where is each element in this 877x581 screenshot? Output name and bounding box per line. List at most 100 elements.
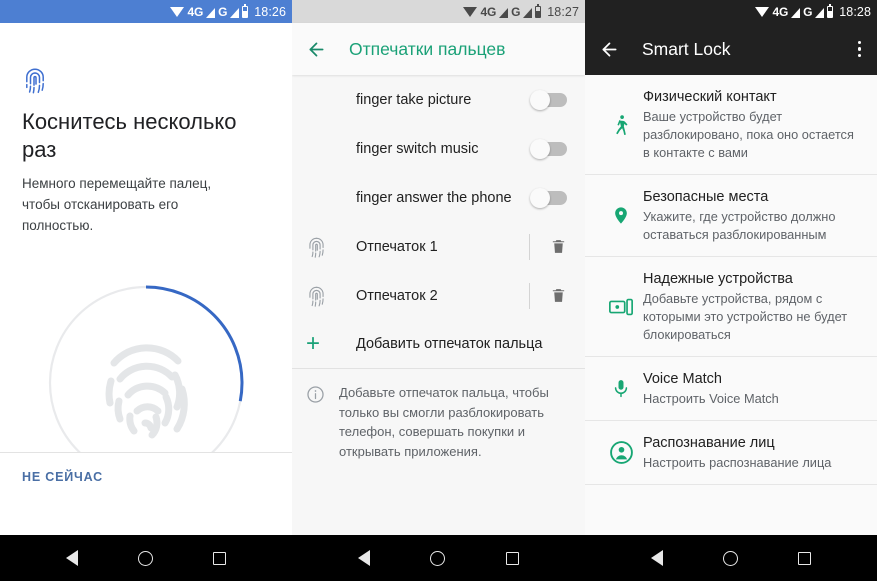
smart-lock-item-trusted-places[interactable]: Безопасные места Укажите, где устройство… [585,175,877,256]
more-vertical-icon[interactable] [854,37,866,62]
page-title: Smart Lock [642,38,731,59]
nav-back-icon[interactable] [66,550,78,566]
screen-fingerprints-list: 4G G 18:27 Отпечатки пальцев finger take… [292,0,585,581]
item-title: Voice Match [643,371,722,387]
item-title: Безопасные места [643,189,769,205]
fingerprint-icon [22,65,48,100]
nav-recents-icon[interactable] [798,551,811,565]
info-text: Добавьте отпечаток пальца, чтобы только … [339,385,549,459]
item-description: Настроить Voice Match [643,391,779,406]
plus-icon: + [306,330,321,357]
arrow-back-icon[interactable] [599,39,620,60]
trusted-devices-icon [599,296,643,318]
status-bar-3: 4G G 18:28 [585,0,877,23]
nav-home-icon[interactable] [430,550,446,566]
signal-bars-icon-2 [815,7,825,18]
item-text: Распознавание лиц Настроить распознавани… [643,433,861,472]
smart-lock-item-trusted-devices[interactable]: Надежные устройства Добавьте устройства,… [585,257,877,356]
smart-lock-item-face-unlock[interactable]: Распознавание лиц Настроить распознавани… [585,421,877,484]
toggle-label: finger take picture [356,91,472,108]
item-text: Voice Match Настроить Voice Match [643,369,861,408]
navigation-bar-3 [585,535,877,581]
battery-icon [827,3,834,18]
item-title: Распознавание лиц [643,435,775,451]
nav-back-icon[interactable] [651,550,663,566]
battery-icon [242,3,249,18]
item-text: Безопасные места Укажите, где устройство… [643,187,861,244]
list-divider [585,484,877,485]
network-type-1: 4G [187,4,204,19]
toggle-switch[interactable] [530,187,567,208]
battery-icon [535,3,542,18]
app-bar-smart-lock: Smart Lock [585,23,877,75]
arrow-back-icon[interactable] [306,39,327,60]
trash-icon[interactable] [550,286,567,305]
toggle-label: finger switch music [356,140,479,157]
screenshot-triptych: 4G G 18:26 Коснитесь несколько раз Немно… [0,0,877,581]
page-subtitle: Немного перемещайте палец, чтобы отскани… [22,176,212,233]
nav-home-icon[interactable] [723,550,738,566]
signal-bars-icon-2 [230,7,240,18]
signal-bars-icon-2 [523,7,533,18]
status-time-2: 18:27 [547,4,579,19]
app-bar-fingerprints: Отпечатки пальцев [292,23,585,75]
nav-home-icon[interactable] [138,550,153,566]
microphone-icon [599,376,643,401]
navigation-bar-2 [292,535,585,581]
fingerprint-illustration [105,344,188,439]
status-time-1: 18:26 [254,4,286,19]
nav-recents-icon[interactable] [213,551,226,565]
navigation-bar-1 [0,535,292,581]
network-type-2: G [803,4,813,19]
add-fingerprint-button[interactable]: + Добавить отпечаток пальца [292,320,585,368]
screen-fingerprint-enroll: 4G G 18:26 Коснитесь несколько раз Немно… [0,0,292,581]
not-now-button[interactable]: НЕ СЕЙЧАС [22,470,103,484]
row-divider [529,233,530,260]
toggle-row-switch-music[interactable]: finger switch music [292,124,585,173]
item-description: Ваше устройство будет разблокировано, по… [643,109,854,160]
screen-smart-lock: 4G G 18:28 Smart Lock Физический контакт… [585,0,877,581]
status-bar-2: 4G G 18:27 [292,0,585,23]
row-divider [529,282,530,309]
item-title: Физический контакт [643,89,777,105]
item-description: Настроить распознавание лица [643,455,832,470]
toggle-row-answer-phone[interactable]: finger answer the phone [292,173,585,222]
item-text: Физический контакт Ваше устройство будет… [643,87,861,162]
wifi-icon [755,6,770,17]
trash-icon[interactable] [550,237,567,256]
fingerprint-row-1[interactable]: Отпечаток 1 [292,222,585,271]
info-icon [306,383,325,461]
face-person-icon [599,440,643,465]
smart-lock-item-voice-match[interactable]: Voice Match Настроить Voice Match [585,357,877,420]
walking-person-icon [599,112,643,138]
fingerprint-icon [306,284,342,308]
item-description: Добавьте устройства, рядом с которыми эт… [643,291,848,342]
fingerprints-settings-list: finger take picture finger switch music … [292,75,585,475]
status-time-3: 18:28 [839,4,871,19]
network-type-1: 4G [480,4,497,19]
enroll-body: Коснитесь несколько раз Немного перемеща… [0,23,292,505]
fingerprint-icon [306,235,342,259]
wifi-icon [170,6,185,17]
fingerprint-row-2[interactable]: Отпечаток 2 [292,271,585,320]
info-block: Добавьте отпечаток пальца, чтобы только … [292,369,585,475]
toggle-label: finger answer the phone [356,189,512,206]
toggle-row-take-picture[interactable]: finger take picture [292,75,585,124]
location-pin-icon [599,203,643,228]
item-text: Надежные устройства Добавьте устройства,… [643,269,861,344]
page-title: Коснитесь несколько раз [22,109,237,162]
nav-back-icon[interactable] [358,550,371,566]
fingerprint-label: Отпечаток 2 [356,287,438,304]
signal-bars-icon [499,7,509,18]
fingerprint-label: Отпечаток 1 [356,238,438,255]
item-title: Надежные устройства [643,271,793,287]
toggle-switch[interactable] [530,138,567,159]
smart-lock-item-on-body-detection[interactable]: Физический контакт Ваше устройство будет… [585,75,877,174]
signal-bars-icon [206,7,216,18]
signal-bars-icon [791,7,801,18]
nav-recents-icon[interactable] [505,551,519,565]
wifi-icon [463,6,478,17]
smart-lock-options-list: Физический контакт Ваше устройство будет… [585,75,877,485]
toggle-switch[interactable] [530,89,567,110]
network-type-1: 4G [772,4,789,19]
